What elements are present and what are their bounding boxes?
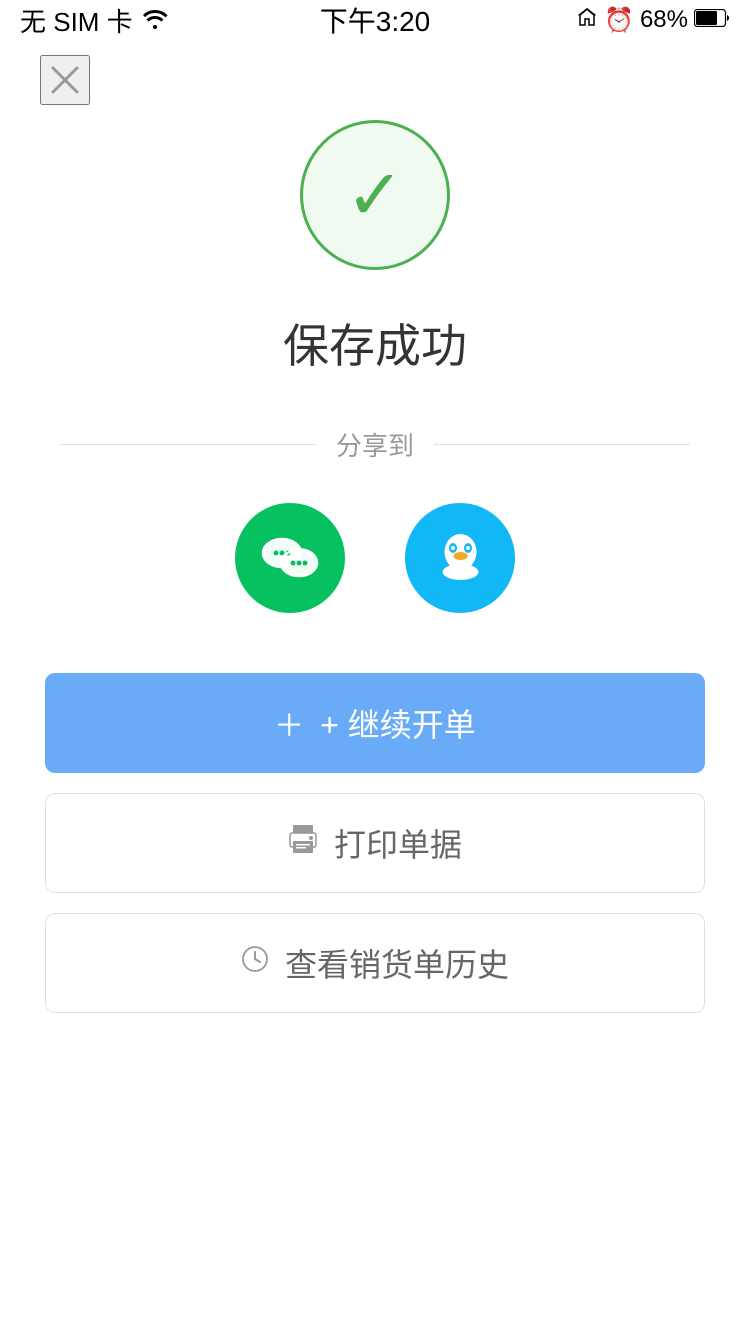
alarm-icon: ⏰ [604,6,634,35]
continue-label: + 继续开单 [320,700,476,746]
status-bar: 无 SIM 卡 下午3:20 ⏰ 68% [0,0,750,40]
battery-icon [694,6,730,34]
history-label: 查看销货单历史 [285,940,509,986]
checkmark-icon: ✓ [346,160,405,230]
wifi-icon [141,5,169,36]
share-buttons-container [235,503,515,613]
history-button[interactable]: 查看销货单历史 [45,913,705,1013]
share-wechat-button[interactable] [235,503,345,613]
status-right: ⏰ 68% [576,6,730,35]
share-label: 分享到 [316,426,434,463]
action-buttons-container: ＋ + 继续开单 打印单据 [45,673,705,1013]
main-content: ✓ 保存成功 分享到 [0,40,750,1013]
continue-button[interactable]: ＋ + 继续开单 [45,673,705,773]
print-button[interactable]: 打印单据 [45,793,705,893]
clock-icon [241,945,269,981]
status-left: 无 SIM 卡 [20,2,169,39]
location-icon [576,6,598,35]
divider-line-left [60,444,316,445]
share-qq-button[interactable] [405,503,515,613]
share-divider: 分享到 [0,426,750,463]
no-sim-label: 无 SIM 卡 [20,2,133,39]
printer-icon [288,825,318,861]
print-label: 打印单据 [334,820,462,866]
battery-label: 68% [640,6,688,34]
close-button[interactable] [40,55,90,105]
plus-icon: ＋ [274,701,304,745]
success-icon-circle: ✓ [300,120,450,270]
divider-line-right [434,444,690,445]
status-time: 下午3:20 [320,0,431,40]
success-title: 保存成功 [283,310,467,376]
